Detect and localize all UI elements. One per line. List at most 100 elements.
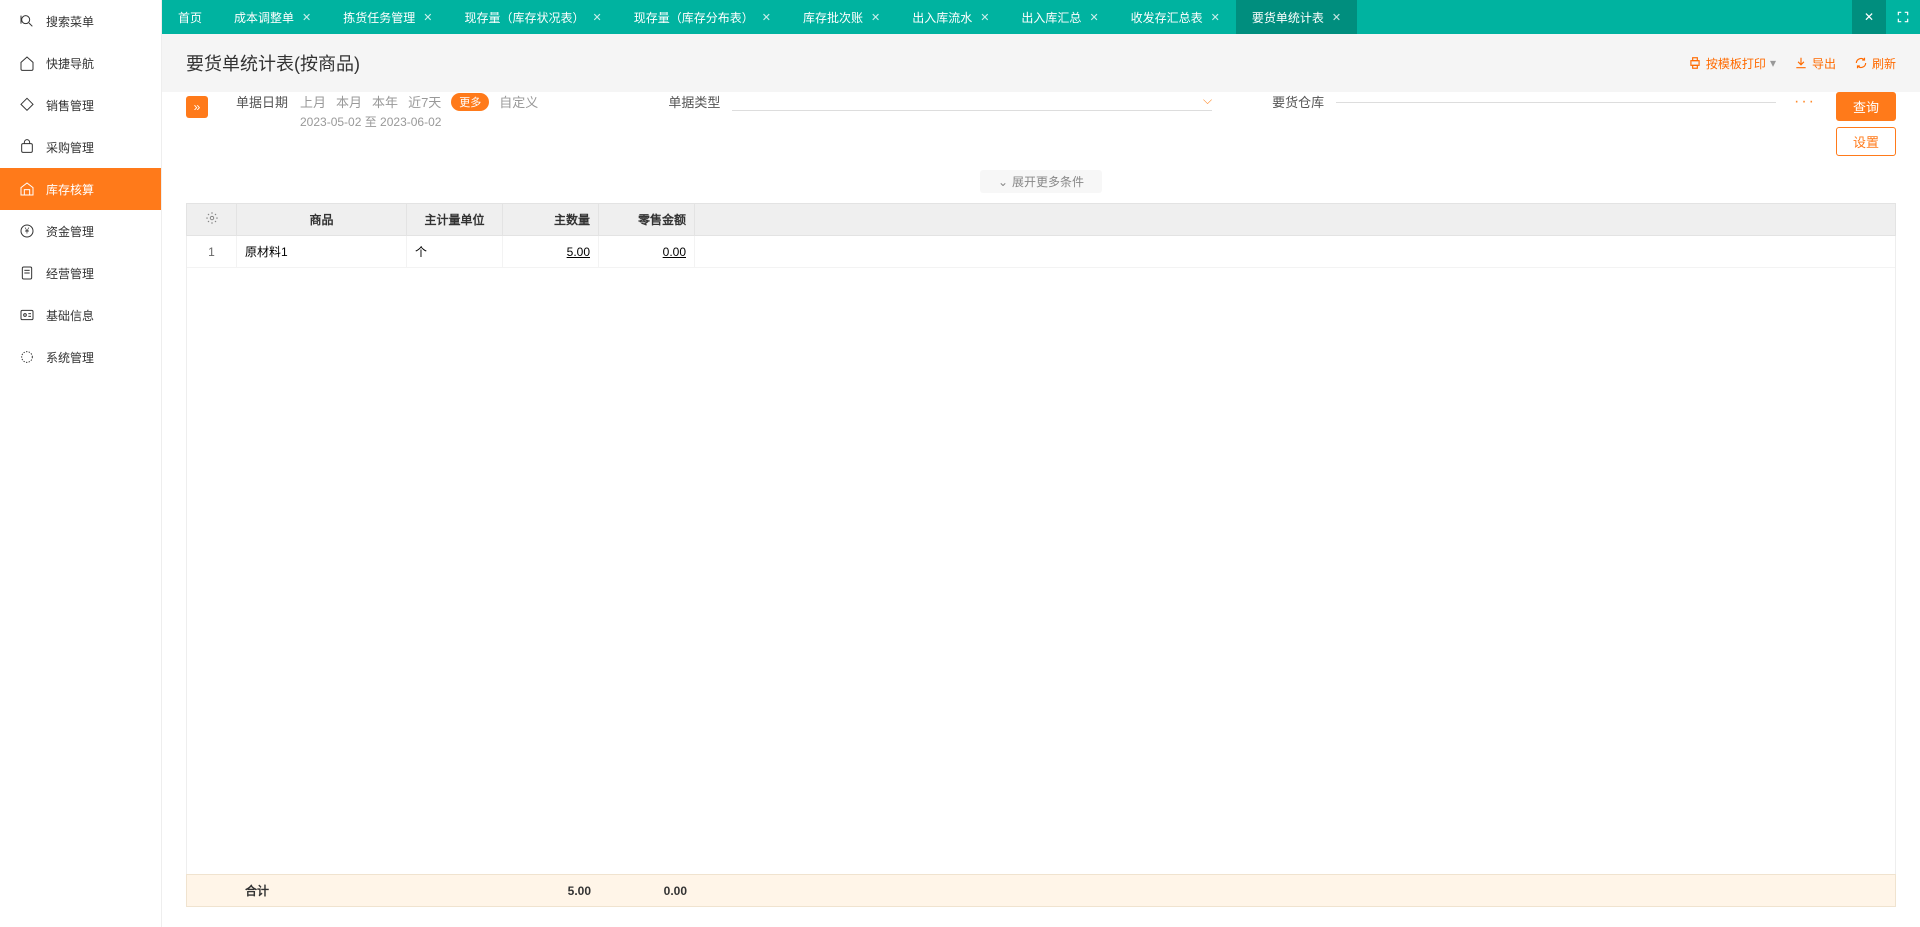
tabs-spacer: [1357, 0, 1852, 34]
house-icon: [18, 180, 36, 198]
close-icon[interactable]: ✕: [1211, 11, 1220, 24]
action-label: 按模板打印: [1706, 55, 1766, 72]
tab-stock-dist[interactable]: 现存量（库存分布表） ✕: [618, 0, 787, 34]
sidebar-item-sales[interactable]: 销售管理: [0, 84, 161, 126]
tab-inout-sum[interactable]: 出入库汇总 ✕: [1005, 0, 1114, 34]
query-button[interactable]: 查询: [1836, 92, 1896, 121]
th-product[interactable]: 商品: [237, 204, 407, 235]
tab-bar: 首页 成本调整单 ✕ 拣货任务管理✕ 现存量（库存状况表）✕ 现存量（库存分布表）…: [162, 0, 1920, 34]
sidebar-item-label: 搜索菜单: [46, 13, 94, 30]
data-table: 商品 主计量单位 主数量 零售金额 1 原材料1 个 5.00 0.00 合计 …: [162, 203, 1920, 927]
th-amount[interactable]: 零售金额: [599, 204, 695, 235]
tab-batch[interactable]: 库存批次账 ✕: [787, 0, 896, 34]
date-range-text: 2023-05-02 至 2023-06-02: [300, 113, 548, 130]
date-chip-this-month[interactable]: 本月: [336, 92, 362, 111]
refresh-icon: [1854, 56, 1868, 70]
tab-cost-adjust[interactable]: 成本调整单 ✕: [218, 0, 327, 34]
close-icon[interactable]: ✕: [762, 11, 771, 24]
cell-qty[interactable]: 5.00: [503, 236, 599, 267]
filter-actions: 查询 设置: [1836, 92, 1896, 156]
date-chip-7days[interactable]: 近7天: [408, 92, 441, 111]
filter-settings-button[interactable]: 设置: [1836, 127, 1896, 156]
warehouse-select[interactable]: [1336, 100, 1776, 103]
sidebar-item-label: 采购管理: [46, 139, 94, 156]
sidebar-item-label: 库存核算: [46, 181, 94, 198]
close-all-tabs-button[interactable]: ✕: [1852, 0, 1886, 34]
export-button[interactable]: 导出: [1794, 55, 1836, 72]
close-icon[interactable]: ✕: [302, 11, 311, 24]
close-icon[interactable]: ✕: [1089, 11, 1098, 24]
sidebar: 搜索菜单 快捷导航 销售管理 采购管理 库存核算 ¥ 资金管理 经营管理 基础信…: [0, 0, 162, 927]
expand-filters-button[interactable]: ⌄ 展开更多条件: [980, 170, 1102, 193]
action-label: 刷新: [1872, 55, 1896, 72]
doc-type-select[interactable]: ⌵: [732, 93, 1212, 111]
cell-unit: 个: [407, 236, 503, 267]
date-chip-custom[interactable]: 自定义: [499, 92, 538, 111]
main-content: 首页 成本调整单 ✕ 拣货任务管理✕ 现存量（库存状况表）✕ 现存量（库存分布表）…: [162, 0, 1920, 927]
collapse-filter-button[interactable]: »: [186, 96, 208, 118]
tab-label: 现存量（库存分布表）: [634, 9, 754, 26]
row-index: 1: [187, 236, 237, 267]
tab-label: 成本调整单: [234, 9, 294, 26]
page-header: 要货单统计表(按商品) 按模板打印 ▾ 导出 刷新: [162, 34, 1920, 92]
close-icon[interactable]: ✕: [1332, 11, 1341, 24]
sidebar-item-label: 快捷导航: [46, 55, 94, 72]
expand-label: 展开更多条件: [1012, 173, 1084, 190]
tab-label: 出入库流水: [912, 9, 972, 26]
tab-srs-sum[interactable]: 收发存汇总表 ✕: [1115, 0, 1236, 34]
sidebar-item-basicinfo[interactable]: 基础信息: [0, 294, 161, 336]
tab-label: 收发存汇总表: [1131, 9, 1203, 26]
sidebar-item-operation[interactable]: 经营管理: [0, 252, 161, 294]
sidebar-item-purchase[interactable]: 采购管理: [0, 126, 161, 168]
tab-stock-status[interactable]: 现存量（库存状况表）✕: [448, 0, 617, 34]
print-template-button[interactable]: 按模板打印 ▾: [1688, 55, 1776, 72]
filter-warehouse: 要货仓库 ···: [1272, 92, 1816, 111]
export-icon: [1794, 56, 1808, 70]
gear-dotted-icon: [18, 348, 36, 366]
tab-label: 出入库汇总: [1021, 9, 1081, 26]
chevron-down-icon: ▾: [1770, 56, 1776, 70]
action-label: 导出: [1812, 55, 1836, 72]
sidebar-item-inventory[interactable]: 库存核算: [0, 168, 161, 210]
tab-label: 要货单统计表: [1252, 9, 1324, 26]
tab-pick-task[interactable]: 拣货任务管理✕: [327, 0, 448, 34]
close-icon[interactable]: ✕: [980, 11, 989, 24]
tab-label: 库存批次账: [803, 9, 863, 26]
sidebar-item-quicknav[interactable]: 快捷导航: [0, 42, 161, 84]
th-unit[interactable]: 主计量单位: [407, 204, 503, 235]
column-settings[interactable]: [187, 204, 237, 235]
sidebar-item-search[interactable]: 搜索菜单: [0, 0, 161, 42]
footer-amount: 0.00: [599, 875, 695, 906]
print-icon: [1688, 56, 1702, 70]
cell-amount[interactable]: 0.00: [599, 236, 695, 267]
clipboard-icon: [18, 264, 36, 282]
page-title: 要货单统计表(按商品): [186, 50, 360, 76]
th-qty[interactable]: 主数量: [503, 204, 599, 235]
tab-demand-stats[interactable]: 要货单统计表 ✕: [1236, 0, 1357, 34]
sidebar-item-label: 系统管理: [46, 349, 94, 366]
close-icon[interactable]: ✕: [423, 11, 432, 24]
fullscreen-button[interactable]: [1886, 0, 1920, 34]
sidebar-item-funds[interactable]: ¥ 资金管理: [0, 210, 161, 252]
refresh-button[interactable]: 刷新: [1854, 55, 1896, 72]
close-icon[interactable]: ✕: [871, 11, 880, 24]
tab-inout-flow[interactable]: 出入库流水 ✕: [896, 0, 1005, 34]
filter-label: 单据类型: [668, 92, 720, 111]
chevron-down-icon: ⌵: [1203, 93, 1212, 108]
tabs-controls: ✕: [1852, 0, 1920, 34]
sidebar-item-system[interactable]: 系统管理: [0, 336, 161, 378]
qty-link: 5.00: [567, 245, 590, 259]
more-options-button[interactable]: ···: [1794, 93, 1816, 111]
tab-home[interactable]: 首页: [162, 0, 218, 34]
table-footer: 合计 5.00 0.00: [186, 874, 1896, 907]
filter-date: 单据日期 上月 本月 本年 近7天 更多 自定义 2023-05-02 至 20…: [236, 92, 548, 130]
footer-label: 合计: [237, 875, 407, 906]
date-chip-more[interactable]: 更多: [451, 93, 489, 111]
table-body: 1 原材料1 个 5.00 0.00: [186, 236, 1896, 874]
home-icon: [18, 54, 36, 72]
date-chip-this-year[interactable]: 本年: [372, 92, 398, 111]
date-chip-last-month[interactable]: 上月: [300, 92, 326, 111]
filter-label: 单据日期: [236, 92, 288, 111]
table-row: 1 原材料1 个 5.00 0.00: [187, 236, 1895, 268]
close-icon[interactable]: ✕: [593, 11, 602, 24]
